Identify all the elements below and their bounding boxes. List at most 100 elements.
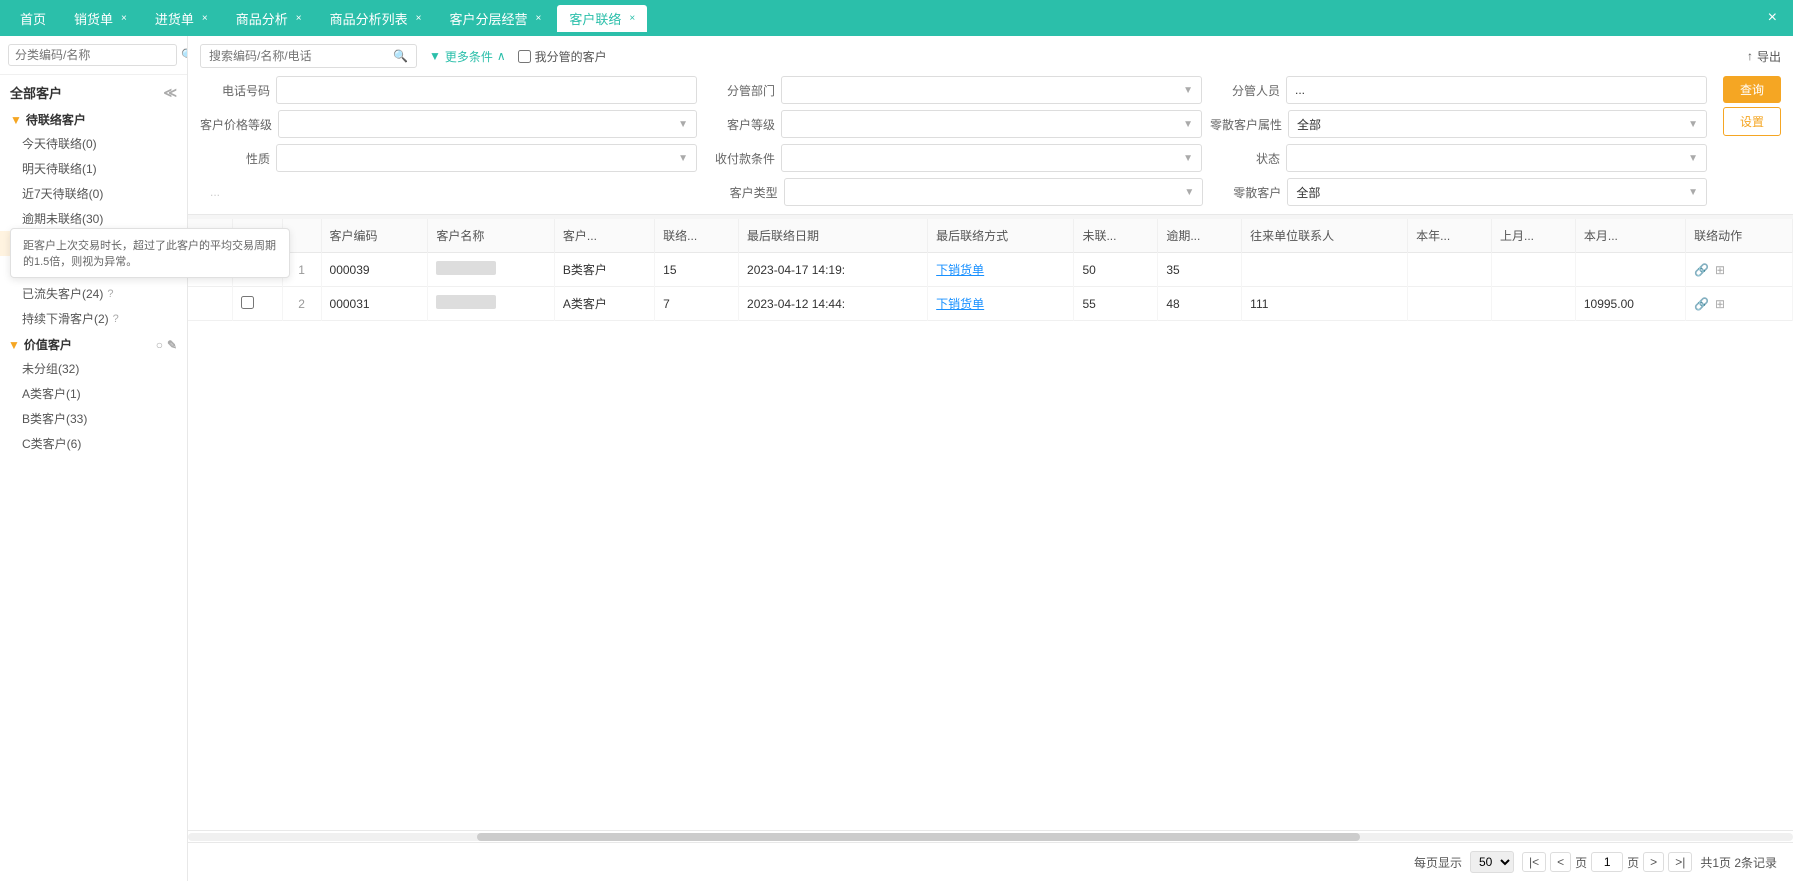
- close-contact-icon[interactable]: ×: [629, 13, 635, 24]
- td-pending-1: 50: [1074, 253, 1158, 287]
- customer-grade-filter: 客户等级 ▼: [705, 110, 1202, 138]
- more-filter-button[interactable]: ▼ 更多条件 ∧: [429, 48, 506, 65]
- value-group-edit-icon[interactable]: ✎: [167, 338, 177, 352]
- phone-filter: 电话号码: [200, 76, 697, 104]
- sidebar-item-declining[interactable]: 持续下滑客户(2) ?: [0, 306, 187, 331]
- link-icon-2[interactable]: 🔗: [1694, 297, 1709, 311]
- filter-row-1: 电话号码 分管部门 ▼ 分管人员: [200, 76, 1707, 104]
- current-page-input[interactable]: [1591, 852, 1623, 872]
- close-all-tabs-button[interactable]: ×: [1760, 5, 1785, 31]
- value-group-circle-icon[interactable]: ○: [156, 338, 163, 352]
- nav-tab-sales[interactable]: 销货单 ×: [62, 5, 139, 32]
- payment-select[interactable]: ▼: [781, 144, 1202, 172]
- next-page-button[interactable]: >: [1643, 852, 1664, 872]
- my-customer-checkbox[interactable]: [518, 50, 531, 63]
- payment-filter: 收付款条件 ▼: [705, 144, 1202, 172]
- my-customer-checkbox-row[interactable]: 我分管的客户: [518, 48, 607, 65]
- scrollbar-track: [188, 833, 1793, 841]
- customer-type-filter: 客户类型 ▼: [708, 178, 1204, 206]
- last-page-button[interactable]: >|: [1668, 852, 1692, 872]
- last-contact-way-link-1[interactable]: 下销货单: [936, 263, 984, 277]
- filter-top-row: 🔍 ▼ 更多条件 ∧ 我分管的客户 ↑ 导出: [200, 44, 1781, 68]
- row-checkbox-2[interactable]: [241, 296, 254, 309]
- phone-input[interactable]: [276, 76, 697, 104]
- close-product-analysis-icon[interactable]: ×: [296, 13, 302, 24]
- sidebar-search-bar: 🔍: [0, 36, 187, 75]
- customer-type-retail-row: 客户类型 ▼ 零散客户 全部 ▼: [708, 178, 1707, 206]
- customer-grade-select[interactable]: ▼: [781, 110, 1202, 138]
- settings-button[interactable]: 设置: [1723, 107, 1781, 136]
- link-icon-1[interactable]: 🔗: [1694, 263, 1709, 277]
- td-this-year-1: [1408, 253, 1492, 287]
- first-page-button[interactable]: |<: [1522, 852, 1546, 872]
- main-layout: 🔍 全部客户 ≪ ▼ 待联络客户 今天待联络(0) 明天待联络(1) 近7天待联…: [0, 36, 1793, 881]
- sidebar-item-c-class[interactable]: C类客户(6): [0, 431, 187, 456]
- pending-group-label: ▼ 待联络客户: [0, 106, 187, 131]
- page-navigation: |< < 页 页 > >|: [1522, 852, 1692, 872]
- th-contact: 联络...: [655, 219, 739, 253]
- filter-search-input[interactable]: [209, 49, 389, 63]
- filter-search-icon[interactable]: 🔍: [393, 49, 408, 63]
- nav-tab-product-analysis[interactable]: 商品分析 ×: [224, 5, 314, 32]
- retail-attr-select[interactable]: 全部 ▼: [1288, 110, 1707, 138]
- status-chev-icon: ▼: [1688, 153, 1698, 164]
- nav-tab-customer-contact[interactable]: 客户联络 ×: [557, 5, 647, 32]
- sidebar-search-icon[interactable]: 🔍: [181, 48, 188, 62]
- page-label: 页: [1575, 854, 1587, 871]
- grid-icon-2[interactable]: ⊞: [1715, 297, 1725, 311]
- sidebar-item-7days[interactable]: 近7天待联络(0): [0, 181, 187, 206]
- sidebar-search-input[interactable]: [8, 44, 177, 66]
- person-select[interactable]: ...: [1286, 76, 1707, 104]
- close-segmentation-icon[interactable]: ×: [535, 13, 541, 24]
- value-group-header[interactable]: ▼ 价值客户 ○ ✎: [0, 331, 187, 356]
- sidebar-item-tomorrow[interactable]: 明天待联络(1): [0, 156, 187, 181]
- gender-select[interactable]: ▼: [276, 144, 697, 172]
- nav-tab-purchase[interactable]: 进货单 ×: [143, 5, 220, 32]
- close-sales-icon[interactable]: ×: [121, 13, 127, 24]
- sidebar-item-ungroup[interactable]: 未分组(32): [0, 356, 187, 381]
- declining-help-icon[interactable]: ?: [113, 313, 119, 325]
- dept-select[interactable]: ▼: [781, 76, 1202, 104]
- lost-actual-help-icon[interactable]: ?: [107, 288, 113, 300]
- last-contact-way-link-2[interactable]: 下销货单: [936, 297, 984, 311]
- gender-filter: 性质 ▼: [200, 144, 697, 172]
- status-select[interactable]: ▼: [1286, 144, 1707, 172]
- horizontal-scrollbar[interactable]: [188, 830, 1793, 842]
- td-pending-2: 55: [1074, 287, 1158, 321]
- scrollbar-thumb[interactable]: [477, 833, 1360, 841]
- th-type: 客户...: [554, 219, 654, 253]
- nav-tab-customer-segmentation[interactable]: 客户分层经营 ×: [437, 5, 553, 32]
- close-product-list-icon[interactable]: ×: [416, 13, 422, 24]
- price-grade-select[interactable]: ▼: [278, 110, 697, 138]
- blurred-name-1: [436, 261, 496, 275]
- repurchase-tooltip: 距客户上次交易时长，超过了此客户的平均交易周期的1.5倍，则视为异常。: [10, 228, 290, 278]
- sidebar-item-b-class[interactable]: B类客户(33): [0, 406, 187, 431]
- close-purchase-icon[interactable]: ×: [202, 13, 208, 24]
- nav-tab-product-list[interactable]: 商品分析列表 ×: [318, 5, 434, 32]
- sidebar-collapse-icon[interactable]: ≪: [163, 85, 177, 101]
- per-page-select[interactable]: 50: [1470, 851, 1514, 873]
- sidebar: 🔍 全部客户 ≪ ▼ 待联络客户 今天待联络(0) 明天待联络(1) 近7天待联…: [0, 36, 188, 881]
- sidebar-item-a-class[interactable]: A类客户(1): [0, 381, 187, 406]
- table-row: 1 000039 B类客户 15 2023-04-17 14:19: 下销货单 …: [188, 253, 1793, 287]
- query-button[interactable]: 查询: [1723, 76, 1781, 103]
- nav-tab-home[interactable]: 首页: [8, 5, 58, 32]
- retail-customer-filter: 零散客户 全部 ▼: [1211, 178, 1707, 206]
- retail-customer-select[interactable]: 全部 ▼: [1287, 178, 1707, 206]
- grid-icon-1[interactable]: ⊞: [1715, 263, 1725, 277]
- td-name-2: [428, 287, 555, 321]
- td-type-1: B类客户: [554, 253, 654, 287]
- prev-page-button[interactable]: <: [1550, 852, 1571, 872]
- td-contact-1: 15: [655, 253, 739, 287]
- export-icon: ↑: [1747, 49, 1753, 63]
- sidebar-item-today[interactable]: 今天待联络(0): [0, 131, 187, 156]
- customer-type-select[interactable]: ▼: [784, 178, 1204, 206]
- retail-customer-chev-icon: ▼: [1688, 187, 1698, 198]
- customer-table: ⚙ 客户编码 客户名称 客户...: [188, 219, 1793, 321]
- pending-arrow-icon: ▼: [10, 113, 22, 127]
- td-last-contact-way-2: 下销货单: [928, 287, 1074, 321]
- sidebar-item-lost-actual[interactable]: 已流失客户(24) ?: [0, 281, 187, 306]
- export-button[interactable]: ↑ 导出: [1747, 48, 1781, 65]
- retail-attr-filter: 零散客户属性 全部 ▼: [1210, 110, 1707, 138]
- per-page-label: 每页显示: [1414, 854, 1462, 871]
